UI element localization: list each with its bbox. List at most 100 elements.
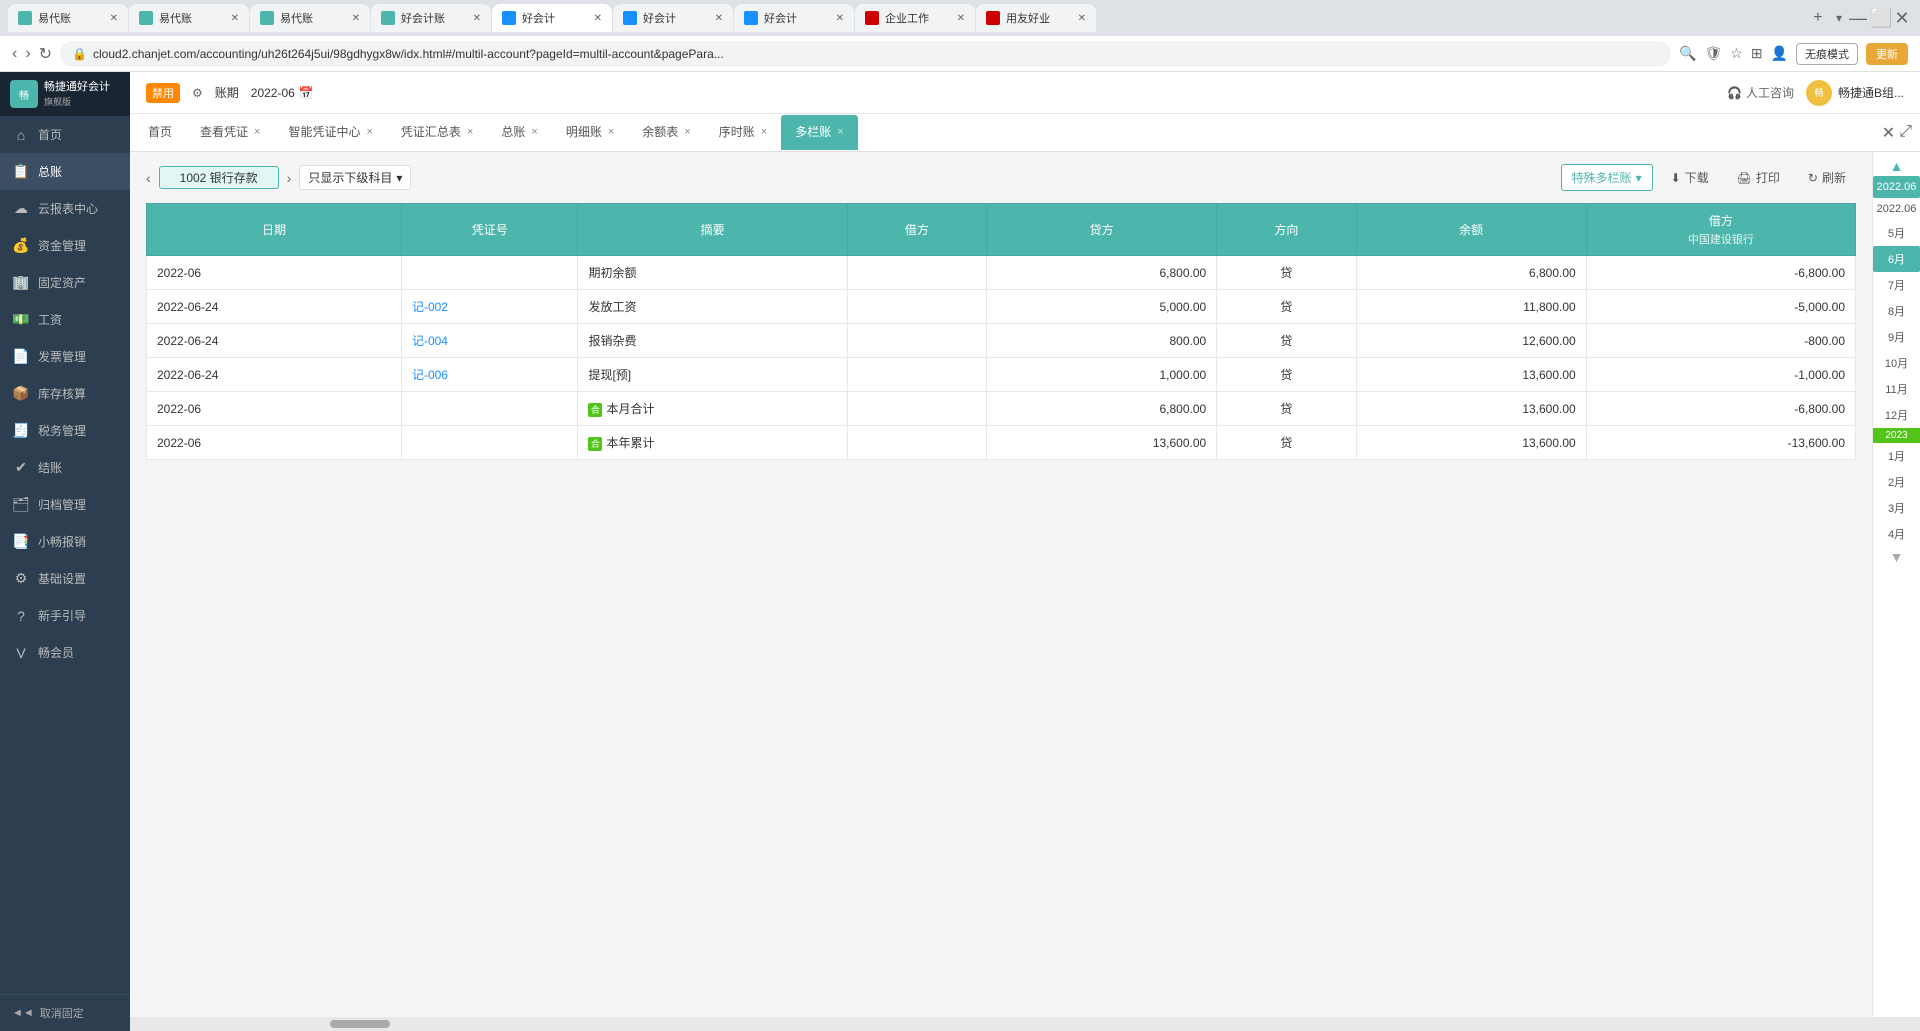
- sidebar-item-小畅报销[interactable]: 📑小畅报销: [0, 523, 130, 560]
- time-item-2[interactable]: 5月: [1873, 220, 1920, 246]
- close-window-btn[interactable]: ✕: [1892, 8, 1912, 29]
- sidebar-item-总账[interactable]: 📋总账: [0, 153, 130, 190]
- cell-voucher[interactable]: 记-006: [401, 358, 577, 392]
- maximize-btn[interactable]: ⬜: [1870, 8, 1890, 29]
- tab-close-btn[interactable]: ✕: [473, 13, 481, 24]
- time-item-10[interactable]: 2023: [1873, 428, 1920, 443]
- sidebar-item-首页[interactable]: ⌂首页: [0, 116, 130, 153]
- search-icon[interactable]: 🔍: [1679, 45, 1696, 62]
- time-item-7[interactable]: 10月: [1873, 350, 1920, 376]
- time-item-14[interactable]: 4月: [1873, 521, 1920, 547]
- content-tab-close-查看凭证[interactable]: ×: [254, 126, 260, 138]
- tab-close-btn[interactable]: ✕: [957, 13, 965, 24]
- calendar-icon[interactable]: 📅: [299, 86, 314, 100]
- sidebar-item-税务管理[interactable]: 🧾税务管理: [0, 412, 130, 449]
- print-btn[interactable]: 🖨 打印: [1727, 164, 1790, 191]
- time-item-11[interactable]: 1月: [1873, 443, 1920, 469]
- browser-tab-7[interactable]: 好会计✕: [734, 4, 854, 32]
- forward-btn[interactable]: ›: [25, 45, 30, 63]
- time-item-0[interactable]: 2022.06: [1873, 176, 1920, 198]
- content-tab-close-智能凭证中心[interactable]: ×: [366, 126, 372, 138]
- sidebar-item-固定资产[interactable]: 🏢固定资产: [0, 264, 130, 301]
- content-tab-close-总账[interactable]: ×: [531, 126, 537, 138]
- tab-close-btn[interactable]: ✕: [1078, 13, 1086, 24]
- period-value[interactable]: 2022-06 📅: [251, 86, 314, 100]
- sidebar-item-库存核算[interactable]: 📦库存核算: [0, 375, 130, 412]
- next-account-btn[interactable]: ›: [287, 170, 292, 186]
- content-tab-明细账[interactable]: 明细账 ×: [552, 115, 628, 150]
- collapse-tab-btn[interactable]: ✕: [1882, 123, 1895, 143]
- tab-close-btn[interactable]: ✕: [836, 13, 844, 24]
- sidebar-item-新手引导[interactable]: ?新手引导: [0, 597, 130, 634]
- tab-close-btn[interactable]: ✕: [352, 13, 360, 24]
- pin-toggle-button[interactable]: ◄◄ 取消固定: [12, 1005, 118, 1021]
- star-icon[interactable]: ☆: [1730, 45, 1743, 62]
- special-multicolumn-btn[interactable]: 特殊多栏账 ▾: [1561, 164, 1653, 191]
- browser-tab-1[interactable]: 易代账✕: [8, 4, 128, 32]
- time-item-12[interactable]: 2月: [1873, 469, 1920, 495]
- sidebar-item-结账[interactable]: ✔结账: [0, 449, 130, 486]
- content-tab-close-序时账[interactable]: ×: [761, 126, 767, 138]
- incognito-mode-button[interactable]: 无痕模式: [1796, 43, 1858, 65]
- help-button[interactable]: 🎧 人工咨询: [1727, 84, 1794, 101]
- shield-icon[interactable]: 🛡: [1704, 45, 1722, 62]
- tab-close-btn[interactable]: ✕: [231, 13, 239, 24]
- demo-badge[interactable]: 禁用: [146, 83, 180, 103]
- browser-tab-9[interactable]: 用友好业✕: [976, 4, 1096, 32]
- tab-close-btn[interactable]: ✕: [110, 13, 118, 24]
- content-tab-首页[interactable]: 首页: [134, 115, 186, 150]
- content-tab-close-明细账[interactable]: ×: [608, 126, 614, 138]
- content-tab-总账[interactable]: 总账 ×: [487, 115, 551, 150]
- tab-nav-controls[interactable]: + ▾ — ⬜ ✕: [1806, 6, 1912, 30]
- browser-tab-3[interactable]: 易代账✕: [250, 4, 370, 32]
- time-item-9[interactable]: 12月: [1873, 402, 1920, 428]
- time-item-4[interactable]: 7月: [1873, 272, 1920, 298]
- content-tab-智能凭证中心[interactable]: 智能凭证中心 ×: [274, 115, 386, 150]
- filter-select[interactable]: 只显示下级科目 ▾: [299, 165, 411, 190]
- content-tab-余额表[interactable]: 余额表 ×: [628, 115, 704, 150]
- browser-tab-2[interactable]: 易代账✕: [129, 4, 249, 32]
- time-item-6[interactable]: 9月: [1873, 324, 1920, 350]
- sidebar-item-云报表中心[interactable]: ☁云报表中心: [0, 190, 130, 227]
- scroll-up-btn[interactable]: ▲: [1890, 156, 1904, 176]
- minimize-btn[interactable]: —: [1848, 8, 1868, 29]
- time-item-5[interactable]: 8月: [1873, 298, 1920, 324]
- tab-list-btn[interactable]: ▾: [1832, 11, 1846, 25]
- browser-tab-6[interactable]: 好会计✕: [613, 4, 733, 32]
- profile-icon[interactable]: 👤: [1771, 45, 1788, 62]
- sidebar-item-归档管理[interactable]: 🗂归档管理: [0, 486, 130, 523]
- browser-tab-5[interactable]: 好会计✕: [492, 4, 612, 32]
- tab-close-btn[interactable]: ✕: [715, 13, 723, 24]
- sidebar-item-基础设置[interactable]: ⚙基础设置: [0, 560, 130, 597]
- url-input[interactable]: 🔒 cloud2.chanjet.com/accounting/uh26t264…: [60, 41, 1671, 67]
- cell-voucher[interactable]: 记-002: [401, 290, 577, 324]
- refresh-btn[interactable]: ↻ 刷新: [1798, 164, 1856, 191]
- back-btn[interactable]: ‹: [12, 45, 17, 63]
- time-item-13[interactable]: 3月: [1873, 495, 1920, 521]
- sidebar-item-资金管理[interactable]: 💰资金管理: [0, 227, 130, 264]
- content-tab-查看凭证[interactable]: 查看凭证 ×: [186, 115, 274, 150]
- sidebar-toggle[interactable]: ⊞: [1751, 45, 1763, 62]
- time-item-3[interactable]: 6月: [1873, 246, 1920, 272]
- cell-voucher[interactable]: 记-004: [401, 324, 577, 358]
- scroll-down-btn[interactable]: ▼: [1890, 547, 1904, 567]
- scroll-thumb[interactable]: [330, 1020, 390, 1028]
- content-tab-序时账[interactable]: 序时账 ×: [705, 115, 781, 150]
- content-tab-多栏账[interactable]: 多栏账 ×: [781, 115, 857, 150]
- browser-tab-4[interactable]: 好会计账✕: [371, 4, 491, 32]
- account-badge[interactable]: 1002 银行存款: [159, 166, 279, 189]
- user-avatar[interactable]: 畅: [1806, 80, 1832, 106]
- browser-tab-8[interactable]: 企业工作✕: [855, 4, 975, 32]
- sidebar-item-工资[interactable]: 💵工资: [0, 301, 130, 338]
- time-item-1[interactable]: 2022.06: [1873, 198, 1920, 220]
- time-item-8[interactable]: 11月: [1873, 376, 1920, 402]
- content-tab-close-多栏账[interactable]: ×: [837, 126, 843, 138]
- horizontal-scrollbar[interactable]: [130, 1017, 1920, 1031]
- settings-gear-icon[interactable]: ⚙: [192, 86, 203, 100]
- content-tab-凭证汇总表[interactable]: 凭证汇总表 ×: [387, 115, 487, 150]
- new-tab-button[interactable]: +: [1806, 6, 1830, 30]
- content-tab-close-余额表[interactable]: ×: [684, 126, 690, 138]
- content-tab-close-凭证汇总表[interactable]: ×: [467, 126, 473, 138]
- sidebar-item-发票管理[interactable]: 📄发票管理: [0, 338, 130, 375]
- reload-btn[interactable]: ↻: [39, 44, 52, 64]
